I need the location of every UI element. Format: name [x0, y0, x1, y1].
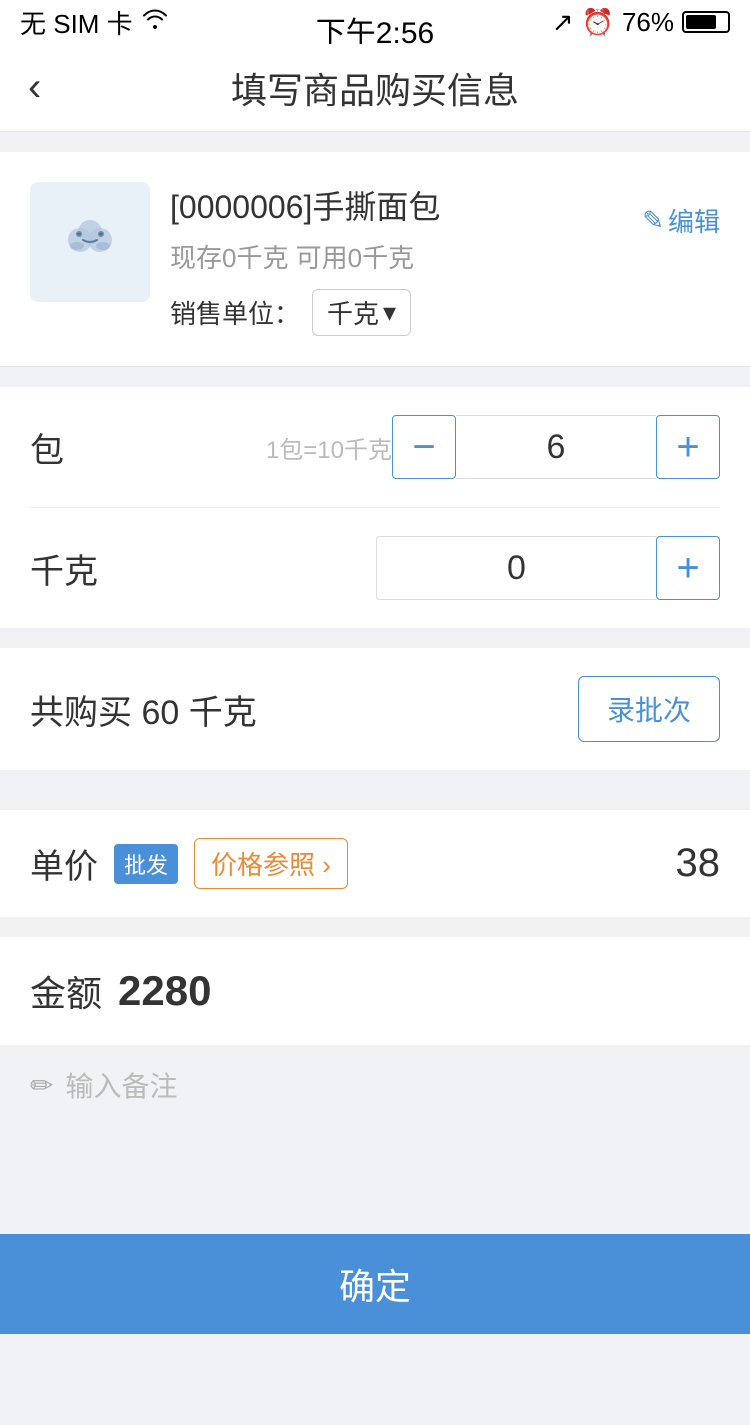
battery-bar [682, 11, 730, 33]
status-left: 无 SIM 卡 [20, 4, 169, 41]
kg-label: 千克 [30, 553, 98, 591]
pencil-icon: ✏ [30, 1069, 53, 1102]
price-badge: 批发 [114, 844, 178, 884]
divider-1 [0, 770, 750, 790]
price-value: 38 [676, 841, 721, 886]
amount-label: 金额 [30, 965, 102, 1017]
kg-qty-input[interactable] [376, 536, 656, 600]
confirm-button[interactable]: 确定 [0, 1234, 750, 1334]
amount-value: 2280 [118, 967, 211, 1015]
location-icon: ↗ [552, 7, 574, 38]
product-info: [0000006]手撕面包 现存0千克 可用0千克 销售单位： 千克 ▾ [170, 182, 720, 336]
amount-section: 金额 2280 ✏ 输入备注 [0, 937, 750, 1125]
page-title: 填写商品购买信息 [231, 62, 519, 114]
wifi-icon [141, 8, 169, 36]
bag-increase-button[interactable]: + [656, 415, 720, 479]
price-ref-button[interactable]: 价格参照 › [194, 838, 348, 889]
dropdown-icon: ▾ [383, 297, 396, 328]
batch-button[interactable]: 录批次 [578, 676, 720, 742]
product-name: [0000006]手撕面包 [170, 182, 720, 228]
bag-label: 包 [30, 423, 256, 472]
confirm-label: 确定 [339, 1258, 411, 1310]
amount-row: 金额 2280 [0, 937, 750, 1045]
bag-qty-input[interactable] [456, 415, 656, 479]
divider-2 [0, 917, 750, 937]
carrier-text: 无 SIM 卡 [20, 4, 133, 41]
kg-qty-row: 千克 + [30, 508, 720, 628]
quantity-section: 包 1包=10千克 − + 千克 + [0, 387, 750, 628]
unit-select[interactable]: 千克 ▾ [312, 289, 411, 336]
battery-fill [686, 15, 716, 29]
remark-placeholder: 输入备注 [65, 1065, 177, 1105]
product-card: [0000006]手撕面包 现存0千克 可用0千克 销售单位： 千克 ▾ ✎ 编… [0, 152, 750, 367]
kg-increase-button[interactable]: + [656, 536, 720, 600]
product-image [30, 182, 150, 302]
summary-text: 共购买 60 千克 [30, 685, 257, 734]
status-bar: 无 SIM 卡 下午2:56 ↗ ⏰ 76% [0, 0, 750, 44]
remark-row[interactable]: ✏ 输入备注 [0, 1045, 750, 1125]
nav-bar: ‹ 填写商品购买信息 [0, 44, 750, 132]
kg-qty-controls: + [376, 536, 720, 600]
unit-label: 销售单位： [170, 294, 300, 331]
back-button[interactable]: ‹ [28, 65, 41, 110]
bag-decrease-button[interactable]: − [392, 415, 456, 479]
bag-qty-row: 包 1包=10千克 − + [30, 387, 720, 508]
bag-qty-controls: − + [392, 415, 720, 479]
price-section: 单价 批发 价格参照 › 38 [0, 810, 750, 917]
price-label: 单价 [30, 839, 98, 888]
status-right: ↗ ⏰ 76% [552, 7, 730, 38]
edit-icon: ✎ [642, 205, 664, 236]
battery-percent: 76% [622, 7, 674, 38]
bag-hint: 1包=10千克 [266, 430, 392, 465]
product-stock: 现存0千克 可用0千克 [170, 238, 720, 275]
product-unit-row: 销售单位： 千克 ▾ [170, 289, 720, 336]
summary-section: 共购买 60 千克 录批次 [0, 648, 750, 770]
alarm-icon: ⏰ [582, 7, 614, 38]
edit-button[interactable]: ✎ 编辑 [642, 202, 720, 239]
